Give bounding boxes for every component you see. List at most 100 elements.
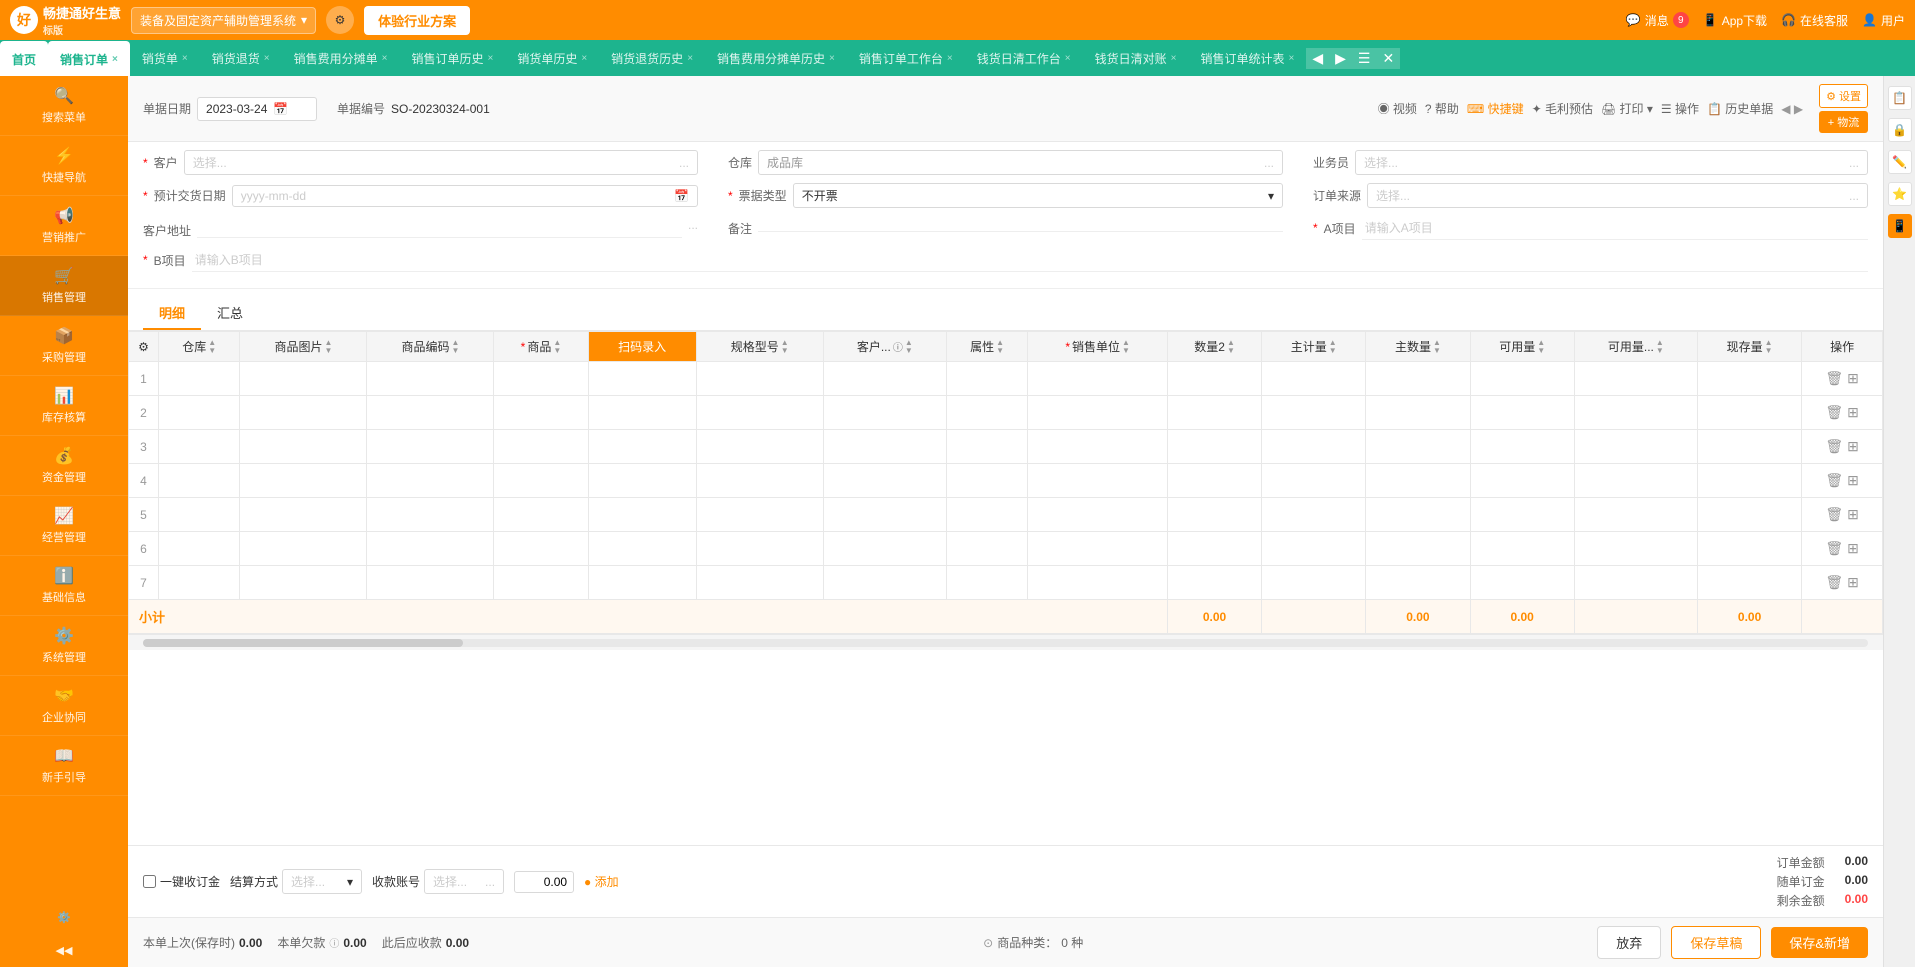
add-payment-btn[interactable]: ● 添加 [584, 873, 619, 890]
tab-prev-btn[interactable]: ◀ [1306, 48, 1329, 69]
profit-btn[interactable]: ✦ 毛利预估 [1532, 100, 1593, 117]
amount-input[interactable] [514, 871, 574, 893]
tab-cash-reconcile[interactable]: 钱货日清对账 × [1083, 40, 1189, 76]
sidebar-item-collapse[interactable]: ◀◀ [0, 934, 128, 967]
copy-row-btn[interactable]: ⊞ [1847, 370, 1859, 387]
close-icon[interactable]: × [1065, 53, 1071, 64]
scroll-thumb[interactable] [143, 639, 463, 647]
shortcut-btn[interactable]: ⌨ 快捷键 [1467, 100, 1524, 117]
delete-row-btn[interactable]: 🗑 [1825, 472, 1843, 489]
close-icon[interactable]: × [382, 53, 388, 64]
tab-sales-return[interactable]: 销货退货 × [200, 40, 282, 76]
account-select[interactable]: 选择... ... [424, 869, 504, 894]
delete-row-btn[interactable]: 🗑 [1825, 506, 1843, 523]
customer-input[interactable]: 选择... ... [184, 150, 698, 175]
settings-icon[interactable]: ⚙ [326, 6, 354, 34]
right-panel-icon-4[interactable]: ⭐ [1888, 182, 1912, 206]
system-selector[interactable]: 装备及固定资产辅助管理系统 ▾ [131, 7, 316, 34]
close-icon[interactable]: × [182, 53, 188, 64]
address-input[interactable] [197, 218, 682, 238]
close-icon[interactable]: × [264, 53, 270, 64]
operation-btn[interactable]: ☰ 操作 [1661, 100, 1699, 117]
salesperson-input[interactable]: 选择... ... [1355, 150, 1868, 175]
tab-next-btn[interactable]: ▶ [1329, 48, 1352, 69]
message-item[interactable]: 💬 消息 9 [1626, 12, 1689, 29]
video-btn[interactable]: ◉ 视频 [1378, 100, 1417, 117]
tab-sales-fee[interactable]: 销售费用分摊单 × [282, 40, 400, 76]
close-icon[interactable]: × [947, 53, 953, 64]
sidebar-item-guide[interactable]: 📖 新手引导 [0, 736, 128, 796]
horizontal-scrollbar[interactable] [128, 634, 1883, 650]
copy-row-btn[interactable]: ⊞ [1847, 540, 1859, 557]
tab-fee-history[interactable]: 销售费用分摊单历史 × [705, 40, 847, 76]
close-icon[interactable]: × [581, 53, 587, 64]
user-item[interactable]: 👤 用户 [1862, 12, 1905, 29]
delete-row-btn[interactable]: 🗑 [1825, 574, 1843, 591]
payment-select[interactable]: 选择... ▾ [282, 869, 362, 894]
b-project-input[interactable]: 请输入B项目 [192, 248, 1868, 272]
copy-row-btn[interactable]: ⊞ [1847, 574, 1859, 591]
help-btn[interactable]: ? 帮助 [1425, 100, 1459, 117]
settings-form-btn[interactable]: ⚙ 设置 [1819, 84, 1868, 108]
tab-sales-order[interactable]: 销售订单 × [48, 41, 130, 76]
tab-close-btn[interactable]: ✕ [1376, 48, 1400, 69]
sidebar-item-finance[interactable]: 💰 资金管理 [0, 436, 128, 496]
logistics-btn[interactable]: + 物流 [1819, 111, 1868, 133]
sidebar-item-sales[interactable]: 🛒 销售管理 [0, 256, 128, 316]
copy-row-btn[interactable]: ⊞ [1847, 472, 1859, 489]
invoice-type-select[interactable]: 不开票 ▾ [793, 183, 1283, 208]
discard-button[interactable]: 放弃 [1597, 926, 1661, 959]
one-click-input[interactable] [143, 875, 156, 888]
col-settings[interactable]: ⚙ [129, 332, 159, 362]
delete-row-btn[interactable]: 🗑 [1825, 370, 1843, 387]
sidebar-item-purchase[interactable]: 📦 采购管理 [0, 316, 128, 376]
sidebar-item-marketing[interactable]: 📢 营销推广 [0, 196, 128, 256]
close-icon[interactable]: × [687, 53, 693, 64]
close-icon[interactable]: × [1171, 53, 1177, 64]
warehouse-input[interactable]: 成品库 ... [758, 150, 1283, 175]
close-icon[interactable]: × [1288, 53, 1294, 64]
right-panel-icon-1[interactable]: 📋 [1888, 86, 1912, 110]
sidebar-item-enterprise[interactable]: 🤝 企业协同 [0, 676, 128, 736]
tab-sales-order-history[interactable]: 销售订单历史 × [399, 40, 505, 76]
tab-menu-btn[interactable]: ☰ [1352, 48, 1377, 69]
sidebar-item-operations[interactable]: 📈 经营管理 [0, 496, 128, 556]
copy-row-btn[interactable]: ⊞ [1847, 404, 1859, 421]
save-new-button[interactable]: 保存&新增 [1771, 927, 1868, 958]
delete-row-btn[interactable]: 🗑 [1825, 540, 1843, 557]
copy-row-btn[interactable]: ⊞ [1847, 438, 1859, 455]
print-btn[interactable]: 🖨 打印 ▾ [1601, 100, 1653, 117]
close-icon[interactable]: × [487, 53, 493, 64]
a-project-input[interactable]: 请输入A项目 [1362, 216, 1868, 240]
save-draft-button[interactable]: 保存草稿 [1671, 926, 1761, 959]
sidebar-item-settings-bottom[interactable]: ⚙️ [0, 901, 128, 934]
right-panel-icon-5[interactable]: 📱 [1888, 214, 1912, 238]
delete-row-btn[interactable]: 🗑 [1825, 404, 1843, 421]
one-click-checkbox[interactable]: 一键收订金 [143, 873, 220, 890]
date-input[interactable]: 2023-03-24 📅 [197, 97, 317, 121]
sidebar-item-inventory[interactable]: 📊 库存核算 [0, 376, 128, 436]
plan-button[interactable]: 体验行业方案 [364, 6, 470, 35]
delete-row-btn[interactable]: 🗑 [1825, 438, 1843, 455]
tab-cash-workbench[interactable]: 钱货日清工作台 × [965, 40, 1083, 76]
tab-order-workbench[interactable]: 销售订单工作台 × [847, 40, 965, 76]
sidebar-item-basic-info[interactable]: ℹ️ 基础信息 [0, 556, 128, 616]
tab-return-history[interactable]: 销货退货历史 × [599, 40, 705, 76]
tab-invoice-history[interactable]: 销货单历史 × [505, 40, 599, 76]
online-service-item[interactable]: 🎧 在线客服 [1781, 12, 1848, 29]
order-source-input[interactable]: 选择... ... [1367, 183, 1868, 208]
sidebar-item-search[interactable]: 🔍 搜索菜单 [0, 76, 128, 136]
app-download-item[interactable]: 📱 App下载 [1703, 12, 1767, 29]
close-icon[interactable]: × [829, 53, 835, 64]
tab-sales-invoice[interactable]: 销货单 × [130, 40, 200, 76]
tab-detail[interactable]: 明细 [143, 297, 201, 330]
address-more[interactable]: ... [688, 218, 698, 232]
remark-input[interactable] [758, 225, 1283, 232]
delivery-date-input[interactable]: yyyy-mm-dd 📅 [232, 185, 698, 207]
tab-home[interactable]: 首页 [0, 41, 48, 76]
right-panel-icon-2[interactable]: 🔒 [1888, 118, 1912, 142]
tab-summary[interactable]: 汇总 [201, 297, 259, 330]
sidebar-item-quick-nav[interactable]: ⚡ 快捷导航 [0, 136, 128, 196]
close-icon[interactable]: × [112, 54, 118, 65]
history-btn[interactable]: 📋 历史单据 [1707, 100, 1773, 117]
